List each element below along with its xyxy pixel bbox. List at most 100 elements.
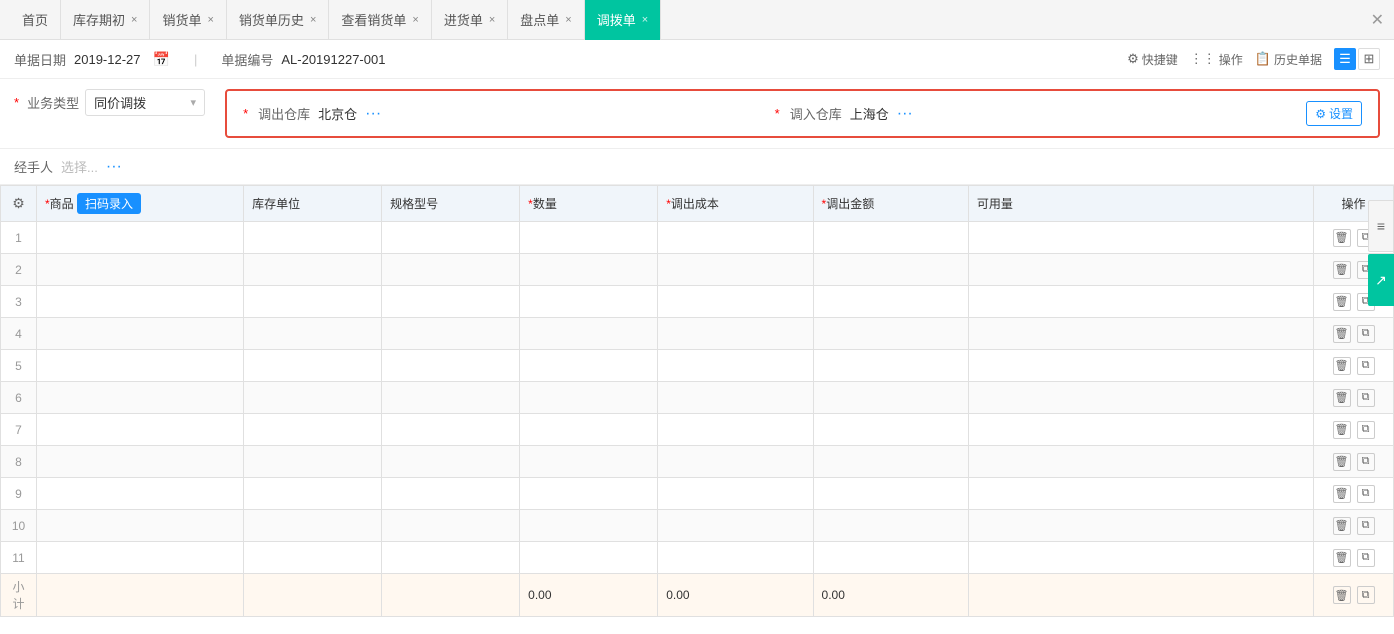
tab-view-sales[interactable]: 查看销货单 × — [329, 0, 431, 40]
cost-cell[interactable] — [658, 414, 813, 446]
copy-icon[interactable]: ⧉ — [1357, 421, 1375, 439]
qty-cell[interactable] — [520, 222, 658, 254]
cost-cell[interactable] — [658, 478, 813, 510]
delete-icon[interactable]: 🗑 — [1333, 261, 1351, 279]
tab-home[interactable]: 首页 — [10, 0, 61, 40]
unit-cell[interactable] — [244, 414, 382, 446]
window-close-btn[interactable]: ✕ — [1371, 10, 1384, 30]
available-cell[interactable] — [968, 286, 1313, 318]
amount-cell[interactable] — [813, 414, 968, 446]
spec-cell[interactable] — [382, 510, 520, 542]
cost-cell[interactable] — [658, 446, 813, 478]
unit-cell[interactable] — [244, 254, 382, 286]
tab-close-inventory[interactable]: × — [565, 14, 571, 26]
delete-icon[interactable]: 🗑 — [1333, 293, 1351, 311]
available-cell[interactable] — [968, 254, 1313, 286]
subtotal-delete-icon[interactable]: 🗑 — [1333, 586, 1351, 604]
spec-cell[interactable] — [382, 382, 520, 414]
amount-cell[interactable] — [813, 446, 968, 478]
amount-cell[interactable] — [813, 318, 968, 350]
goods-cell[interactable] — [37, 350, 244, 382]
qty-cell[interactable] — [520, 382, 658, 414]
float-list-btn[interactable]: ≡ — [1368, 200, 1394, 252]
goods-cell[interactable] — [37, 382, 244, 414]
qty-cell[interactable] — [520, 254, 658, 286]
spec-cell[interactable] — [382, 222, 520, 254]
tab-purchase[interactable]: 进货单 × — [432, 0, 508, 40]
available-cell[interactable] — [968, 414, 1313, 446]
goods-cell[interactable] — [37, 414, 244, 446]
unit-cell[interactable] — [244, 542, 382, 574]
qty-cell[interactable] — [520, 286, 658, 318]
calendar-icon[interactable]: 📅 — [153, 51, 170, 68]
cost-cell[interactable] — [658, 382, 813, 414]
qty-cell[interactable] — [520, 414, 658, 446]
tab-sales-history[interactable]: 销货单历史 × — [227, 0, 329, 40]
delete-icon[interactable]: 🗑 — [1333, 357, 1351, 375]
goods-cell[interactable] — [37, 222, 244, 254]
tab-inventory[interactable]: 盘点单 × — [508, 0, 584, 40]
goods-cell[interactable] — [37, 542, 244, 574]
delete-icon[interactable]: 🗑 — [1333, 517, 1351, 535]
unit-cell[interactable] — [244, 446, 382, 478]
unit-cell[interactable] — [244, 478, 382, 510]
goods-cell[interactable] — [37, 446, 244, 478]
amount-cell[interactable] — [813, 286, 968, 318]
unit-cell[interactable] — [244, 382, 382, 414]
copy-icon[interactable]: ⧉ — [1357, 485, 1375, 503]
copy-icon[interactable]: ⧉ — [1357, 517, 1375, 535]
qty-cell[interactable] — [520, 542, 658, 574]
spec-cell[interactable] — [382, 350, 520, 382]
person-select[interactable]: 选择... — [61, 157, 98, 176]
delete-icon[interactable]: 🗑 — [1333, 389, 1351, 407]
available-cell[interactable] — [968, 542, 1313, 574]
spec-cell[interactable] — [382, 254, 520, 286]
shortcut-btn[interactable]: ⚙ 快捷键 — [1127, 51, 1178, 68]
available-cell[interactable] — [968, 318, 1313, 350]
out-warehouse-more-btn[interactable]: ··· — [365, 105, 381, 123]
unit-cell[interactable] — [244, 510, 382, 542]
cost-cell[interactable] — [658, 510, 813, 542]
goods-cell[interactable] — [37, 286, 244, 318]
copy-icon[interactable]: ⧉ — [1357, 453, 1375, 471]
scan-btn[interactable]: 扫码录入 — [77, 193, 141, 214]
spec-cell[interactable] — [382, 286, 520, 318]
amount-cell[interactable] — [813, 350, 968, 382]
goods-cell[interactable] — [37, 318, 244, 350]
subtotal-copy-icon[interactable]: ⧉ — [1357, 586, 1375, 604]
spec-cell[interactable] — [382, 318, 520, 350]
delete-icon[interactable]: 🗑 — [1333, 453, 1351, 471]
available-cell[interactable] — [968, 350, 1313, 382]
tab-close-stock-init[interactable]: × — [131, 14, 137, 26]
tab-close-transfer[interactable]: × — [642, 14, 648, 26]
tab-stock-init[interactable]: 库存期初 × — [61, 0, 150, 40]
amount-cell[interactable] — [813, 254, 968, 286]
goods-cell[interactable] — [37, 510, 244, 542]
unit-cell[interactable] — [244, 318, 382, 350]
tab-close-view-sales[interactable]: × — [412, 14, 418, 26]
qty-cell[interactable] — [520, 350, 658, 382]
tab-sales[interactable]: 销货单 × — [150, 0, 226, 40]
copy-icon[interactable]: ⧉ — [1357, 389, 1375, 407]
person-more-btn[interactable]: ··· — [106, 158, 122, 176]
amount-cell[interactable] — [813, 222, 968, 254]
tab-close-sales[interactable]: × — [207, 14, 213, 26]
in-warehouse-more-btn[interactable]: ··· — [897, 105, 913, 123]
qty-cell[interactable] — [520, 478, 658, 510]
float-export-btn[interactable]: ↗ — [1368, 254, 1394, 306]
copy-icon[interactable]: ⧉ — [1357, 549, 1375, 567]
qty-cell[interactable] — [520, 318, 658, 350]
unit-cell[interactable] — [244, 222, 382, 254]
cost-cell[interactable] — [658, 286, 813, 318]
amount-cell[interactable] — [813, 382, 968, 414]
goods-cell[interactable] — [37, 478, 244, 510]
table-gear-icon[interactable]: ⚙ — [12, 195, 25, 211]
unit-cell[interactable] — [244, 350, 382, 382]
settings-btn[interactable]: ⚙ 设置 — [1306, 101, 1362, 126]
qty-cell[interactable] — [520, 510, 658, 542]
amount-cell[interactable] — [813, 542, 968, 574]
cost-cell[interactable] — [658, 318, 813, 350]
copy-icon[interactable]: ⧉ — [1357, 357, 1375, 375]
spec-cell[interactable] — [382, 446, 520, 478]
delete-icon[interactable]: 🗑 — [1333, 229, 1351, 247]
